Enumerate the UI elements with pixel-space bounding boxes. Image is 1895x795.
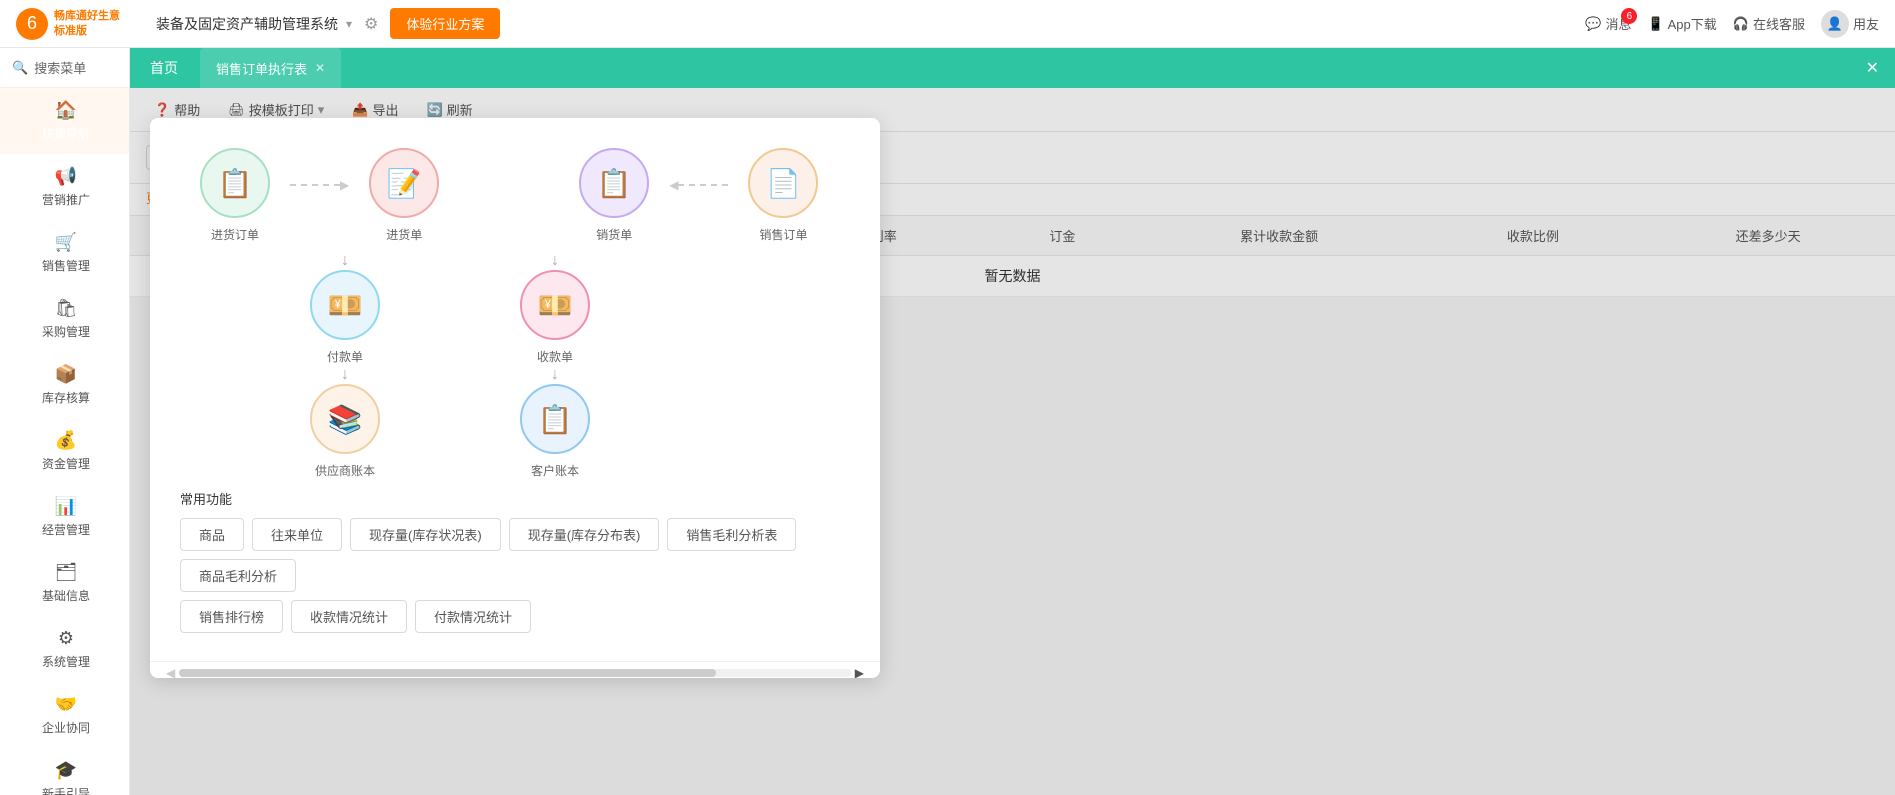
flow-node-purchase-bill: 📝 进货单: [369, 148, 439, 243]
purchase-icon: 🛍: [55, 298, 78, 319]
message-button[interactable]: 💬 消息 6: [1585, 14, 1631, 33]
tab-sales-order-execution[interactable]: 销售订单执行表 ✕: [200, 48, 341, 88]
purchase-bill-circle: 📝: [369, 148, 439, 218]
purchase-order-icon: 📋: [218, 167, 253, 200]
search-menu[interactable]: 🔍 搜索菜单: [0, 48, 129, 88]
tab-home[interactable]: 首页: [130, 48, 198, 88]
sidebar-item-finance[interactable]: 💰 资金管理: [0, 418, 129, 484]
sales-bill-circle: 📋: [579, 148, 649, 218]
app-name: 畅库通好生意 标准版: [54, 9, 120, 38]
func-btn-counterpart[interactable]: 往来单位: [252, 518, 342, 551]
payment-icon: 💴: [328, 289, 363, 322]
sidebar-item-system[interactable]: ⚙ 系统管理: [0, 616, 129, 682]
system-icon: ⚙: [58, 628, 74, 649]
func-buttons-row1: 商品 往来单位 现存量(库存状况表) 现存量(库存分布表) 销售毛利分析表 商品…: [180, 518, 850, 592]
tab-close-all-icon[interactable]: ✕: [1850, 58, 1895, 78]
sidebar-item-inventory[interactable]: 📦 库存核算: [0, 352, 129, 418]
settings-icon[interactable]: ⚙: [364, 14, 378, 34]
basic-icon: 🗂: [55, 562, 78, 583]
user-avatar[interactable]: 👤 用友: [1821, 10, 1879, 38]
func-btn-product-profit[interactable]: 商品毛利分析: [180, 559, 296, 592]
sidebar-item-quick[interactable]: 🏠 快捷导航: [0, 88, 129, 154]
modal-overlay: 📋 进货订单 ▶: [130, 88, 1895, 795]
flow-node-customer-ledger: 📋 客户账本: [520, 384, 590, 479]
flow-node-supplier-ledger: 📚 供应商账本: [310, 384, 380, 479]
supplier-ledger-circle: 📚: [310, 384, 380, 454]
quick-nav-icon: 🏠: [55, 100, 77, 121]
sales-order-circle: 📄: [748, 148, 818, 218]
service-icon: 🎧: [1733, 16, 1749, 32]
func-btn-payment-stats[interactable]: 付款情况统计: [415, 600, 531, 633]
receipt-icon: 💴: [538, 289, 573, 322]
sidebar-item-collab[interactable]: 🤝 企业协同: [0, 682, 129, 748]
guide-icon: 🎓: [55, 760, 77, 781]
collab-icon: 🤝: [55, 694, 77, 715]
purchase-order-circle: 📋: [200, 148, 270, 218]
flow-node-purchase-order: 📋 进货订单: [200, 148, 270, 243]
sidebar-item-marketing[interactable]: 📢 营销推广: [0, 154, 129, 220]
flow-node-sales-order: 📄 销售订单: [748, 148, 818, 243]
message-badge: 6: [1621, 8, 1637, 24]
sidebar-item-purchase[interactable]: 🛍 采购管理: [0, 286, 129, 352]
receipt-circle: 💴: [520, 270, 590, 340]
func-btn-product[interactable]: 商品: [180, 518, 244, 551]
system-dropdown-icon[interactable]: ▾: [346, 17, 352, 31]
sidebar-item-operations[interactable]: 📊 经营管理: [0, 484, 129, 550]
flow-node-receipt: 💴 收款单: [520, 270, 590, 365]
avatar-icon: 👤: [1821, 10, 1849, 38]
purchase-bill-icon: 📝: [387, 167, 422, 200]
sidebar-item-basic[interactable]: 🗂 基础信息: [0, 550, 129, 616]
download-icon: 📱: [1647, 16, 1663, 32]
quick-guide-modal: 📋 进货订单 ▶: [150, 118, 880, 678]
func-btn-stock-status[interactable]: 现存量(库存状况表): [350, 518, 501, 551]
scroll-right-icon[interactable]: ▶: [855, 666, 864, 678]
scroll-thumb: [179, 669, 716, 677]
search-icon: 🔍: [12, 60, 28, 76]
common-functions-title: 常用功能: [180, 489, 850, 508]
online-service-button[interactable]: 🎧 在线客服: [1733, 14, 1805, 33]
func-btn-sales-ranking[interactable]: 销售排行榜: [180, 600, 283, 633]
app-download-button[interactable]: 📱 App下载: [1647, 14, 1716, 33]
func-buttons-row2: 销售排行榜 收款情况统计 付款情况统计: [180, 600, 850, 633]
finance-icon: 💰: [55, 430, 77, 451]
scroll-left-icon[interactable]: ◀: [166, 666, 175, 678]
operations-icon: 📊: [55, 496, 77, 517]
system-name: 装备及固定资产辅助管理系统: [156, 14, 338, 34]
flow-node-payment: 💴 付款单: [310, 270, 380, 365]
func-btn-sales-profit[interactable]: 销售毛利分析表: [667, 518, 796, 551]
marketing-icon: 📢: [55, 166, 77, 187]
app-logo: 6: [16, 8, 48, 40]
sidebar-item-guide[interactable]: 🎓 新手引导: [0, 748, 129, 795]
customer-ledger-circle: 📋: [520, 384, 590, 454]
scroll-track[interactable]: [179, 669, 851, 677]
sales-bill-icon: 📋: [597, 167, 632, 200]
func-btn-receipt-stats[interactable]: 收款情况统计: [291, 600, 407, 633]
inventory-icon: 📦: [55, 364, 77, 385]
flow-node-sales-bill: 📋 销货单: [579, 148, 649, 243]
sidebar-item-sales[interactable]: 🛒 销售管理: [0, 220, 129, 286]
payment-circle: 💴: [310, 270, 380, 340]
sales-icon: 🛒: [55, 232, 77, 253]
message-icon: 💬: [1585, 16, 1601, 32]
tab-close-icon[interactable]: ✕: [315, 61, 325, 75]
supplier-ledger-icon: 📚: [328, 403, 363, 436]
customer-ledger-icon: 📋: [538, 403, 573, 436]
sales-order-icon: 📄: [766, 167, 801, 200]
func-btn-stock-dist[interactable]: 现存量(库存分布表): [509, 518, 660, 551]
trial-button[interactable]: 体验行业方案: [390, 8, 500, 39]
